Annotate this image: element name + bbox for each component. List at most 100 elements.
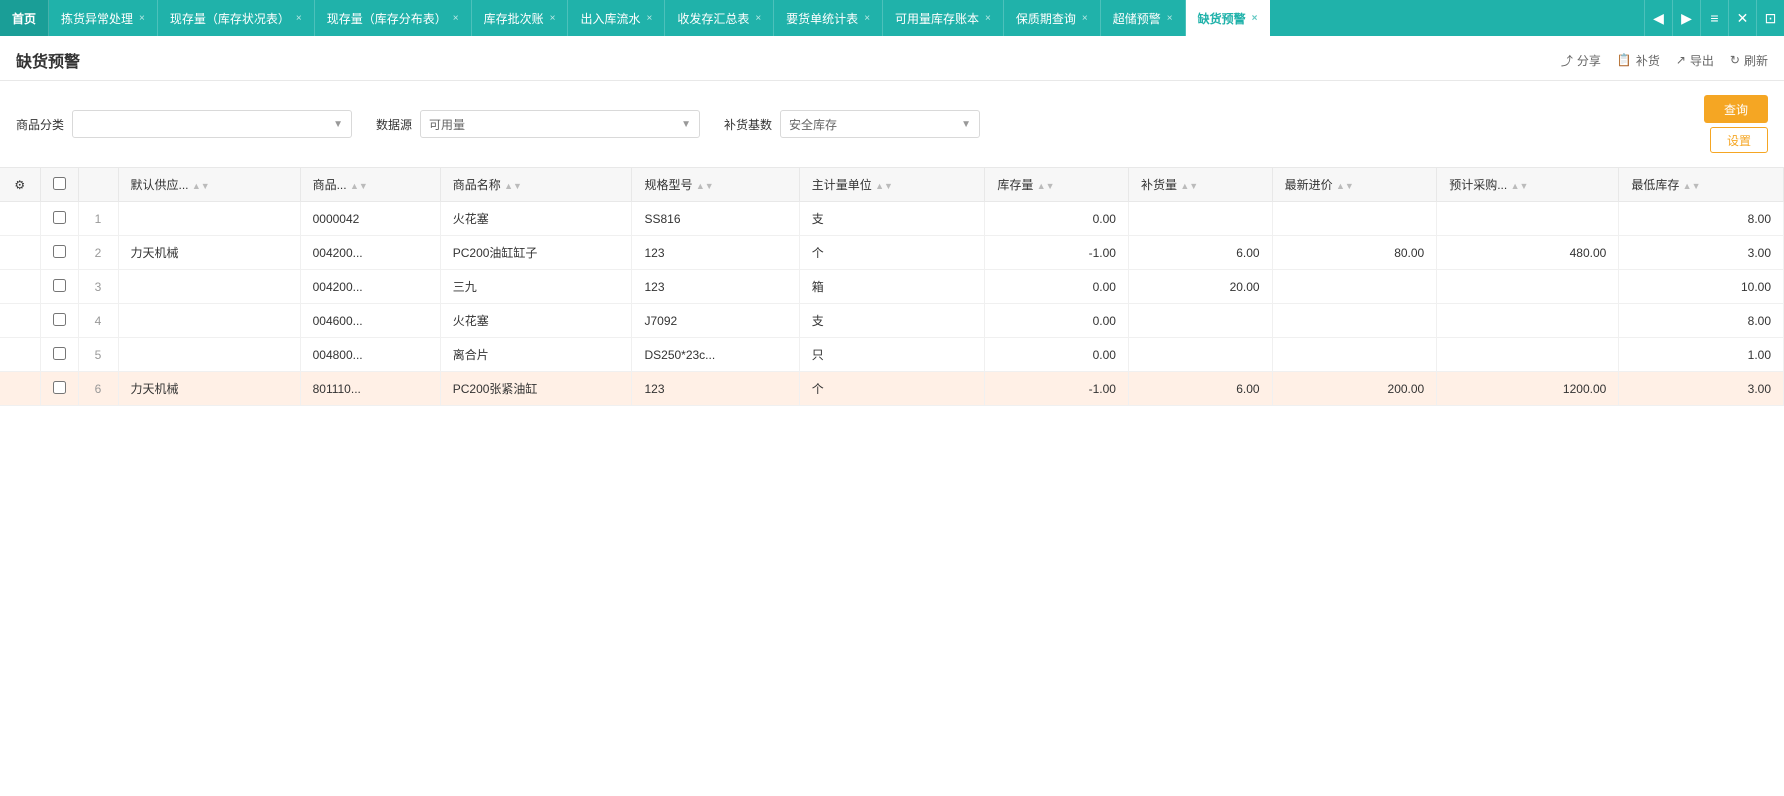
row-settings-0	[0, 202, 40, 236]
tab-bar: 首页 拣货异常处理 × 现存量（库存状况表） × 现存量（库存分布表） × 库存…	[0, 0, 1784, 36]
row-code-3: 004600...	[300, 304, 440, 338]
tab-order-stats[interactable]: 要货单统计表 ×	[774, 0, 883, 36]
row-check-5[interactable]	[53, 381, 66, 394]
col-default-supplier[interactable]: 默认供应... ▲▼	[118, 168, 300, 202]
tab-batch-account-label: 库存批次账	[484, 10, 544, 27]
row-stock-qty-1: -1.00	[985, 236, 1129, 270]
col-settings[interactable]: ⚙	[0, 168, 40, 202]
close-batch-account[interactable]: ×	[550, 13, 556, 24]
row-latest-price-5: 200.00	[1272, 372, 1437, 406]
col-product-name[interactable]: 商品名称 ▲▼	[440, 168, 632, 202]
row-spec-3: J7092	[632, 304, 799, 338]
replenish-basis-chevron-down-icon: ▼	[961, 119, 971, 130]
close-shortage[interactable]: ×	[1252, 13, 1258, 24]
row-replenish-qty-1: 6.00	[1128, 236, 1272, 270]
tab-in-out-flow-label: 出入库流水	[580, 10, 640, 27]
tab-expiry-query[interactable]: 保质期查询 ×	[1004, 0, 1101, 36]
tab-shortage[interactable]: 缺货预警 ×	[1186, 0, 1271, 36]
replenish-button[interactable]: 📋 补货	[1617, 52, 1660, 69]
close-overstock[interactable]: ×	[1167, 13, 1173, 24]
tab-recv-summary[interactable]: 收发存汇总表 ×	[665, 0, 774, 36]
col-min-stock[interactable]: 最低库存 ▲▼	[1619, 168, 1784, 202]
row-checkbox-4[interactable]	[40, 338, 78, 372]
col-spec[interactable]: 规格型号 ▲▼	[632, 168, 799, 202]
col-replenish-qty-label: 补货量	[1141, 178, 1177, 192]
row-unit-5: 个	[799, 372, 985, 406]
close-stock-status[interactable]: ×	[296, 13, 302, 24]
tab-stock-status[interactable]: 现存量（库存状况表） ×	[158, 0, 315, 36]
row-check-1[interactable]	[53, 245, 66, 258]
query-button[interactable]: 查询	[1704, 95, 1768, 123]
sort-latest-price-icon: ▲▼	[1336, 181, 1354, 191]
col-stock-qty[interactable]: 库存量 ▲▼	[985, 168, 1129, 202]
row-min-stock-5: 3.00	[1619, 372, 1784, 406]
tab-available-ledger[interactable]: 可用量库存账本 ×	[883, 0, 1004, 36]
settings-button[interactable]: 设置	[1710, 127, 1768, 153]
category-chevron-down-icon: ▼	[333, 119, 343, 130]
page-title: 缺货预警	[16, 48, 80, 72]
row-stock-qty-4: 0.00	[985, 338, 1129, 372]
tab-overstock-label: 超储预警	[1113, 10, 1161, 27]
share-button[interactable]: ⤴ 分享	[1561, 52, 1601, 69]
tab-next-button[interactable]: ▶	[1672, 0, 1700, 36]
row-checkbox-3[interactable]	[40, 304, 78, 338]
row-est-purchase-4	[1437, 338, 1619, 372]
col-product-code[interactable]: 商品... ▲▼	[300, 168, 440, 202]
table-row: 1 0000042 火花塞 SS816 支 0.00 8.00	[0, 202, 1784, 236]
row-checkbox-0[interactable]	[40, 202, 78, 236]
tab-batch-account[interactable]: 库存批次账 ×	[472, 0, 569, 36]
tab-overstock[interactable]: 超储预警 ×	[1101, 0, 1186, 36]
category-select[interactable]: ▼	[72, 110, 352, 138]
col-unit[interactable]: 主计量单位 ▲▼	[799, 168, 985, 202]
close-recv-summary[interactable]: ×	[755, 13, 761, 24]
datasource-select[interactable]: 可用量 ▼	[420, 110, 700, 138]
row-check-4[interactable]	[53, 347, 66, 360]
sort-stock-qty-icon: ▲▼	[1037, 181, 1055, 191]
replenish-basis-select[interactable]: 安全库存 ▼	[780, 110, 980, 138]
refresh-label: 刷新	[1744, 52, 1768, 69]
col-checkbox[interactable]	[40, 168, 78, 202]
row-replenish-qty-5: 6.00	[1128, 372, 1272, 406]
replenish-basis-select-value: 安全库存	[789, 116, 961, 133]
close-stock-dist[interactable]: ×	[453, 13, 459, 24]
tab-prev-button[interactable]: ◀	[1644, 0, 1672, 36]
select-all-checkbox[interactable]	[53, 177, 66, 190]
export-button[interactable]: ↗ 导出	[1676, 52, 1714, 69]
datasource-select-value: 可用量	[429, 116, 681, 133]
row-checkbox-5[interactable]	[40, 372, 78, 406]
row-check-0[interactable]	[53, 211, 66, 224]
tab-menu-button[interactable]: ≡	[1700, 0, 1728, 36]
col-latest-price[interactable]: 最新进价 ▲▼	[1272, 168, 1437, 202]
table-row: 2 力天机械 004200... PC200油缸缸子 123 个 -1.00 6…	[0, 236, 1784, 270]
close-stock-exception[interactable]: ×	[139, 13, 145, 24]
row-replenish-qty-2: 20.00	[1128, 270, 1272, 304]
row-settings-5	[0, 372, 40, 406]
tab-stock-exception[interactable]: 拣货异常处理 ×	[49, 0, 158, 36]
close-available-ledger[interactable]: ×	[985, 13, 991, 24]
tab-close-all-button[interactable]: ✕	[1728, 0, 1756, 36]
refresh-button[interactable]: ↻ 刷新	[1730, 52, 1768, 69]
row-stock-qty-3: 0.00	[985, 304, 1129, 338]
row-code-4: 004800...	[300, 338, 440, 372]
tab-fullscreen-button[interactable]: ⊡	[1756, 0, 1784, 36]
row-latest-price-2	[1272, 270, 1437, 304]
main-content: 缺货预警 ⤴ 分享 📋 补货 ↗ 导出 ↻ 刷新 商品分类	[0, 36, 1784, 796]
category-filter-group: 商品分类 ▼	[16, 110, 352, 138]
tab-home[interactable]: 首页	[0, 0, 49, 36]
close-in-out-flow[interactable]: ×	[646, 13, 652, 24]
col-est-purchase[interactable]: 预计采购... ▲▼	[1437, 168, 1619, 202]
row-checkbox-1[interactable]	[40, 236, 78, 270]
row-check-3[interactable]	[53, 313, 66, 326]
row-checkbox-2[interactable]	[40, 270, 78, 304]
close-order-stats[interactable]: ×	[864, 13, 870, 24]
tab-stock-dist[interactable]: 现存量（库存分布表） ×	[315, 0, 472, 36]
tab-in-out-flow[interactable]: 出入库流水 ×	[568, 0, 665, 36]
row-check-2[interactable]	[53, 279, 66, 292]
row-settings-3	[0, 304, 40, 338]
col-replenish-qty[interactable]: 补货量 ▲▼	[1128, 168, 1272, 202]
close-expiry-query[interactable]: ×	[1082, 13, 1088, 24]
tab-nav-controls: ◀ ▶ ≡ ✕ ⊡	[1644, 0, 1784, 36]
page-header: 缺货预警 ⤴ 分享 📋 补货 ↗ 导出 ↻ 刷新	[0, 36, 1784, 81]
table-row: 4 004600... 火花塞 J7092 支 0.00 8.00	[0, 304, 1784, 338]
tab-stock-dist-label: 现存量（库存分布表）	[327, 10, 447, 27]
